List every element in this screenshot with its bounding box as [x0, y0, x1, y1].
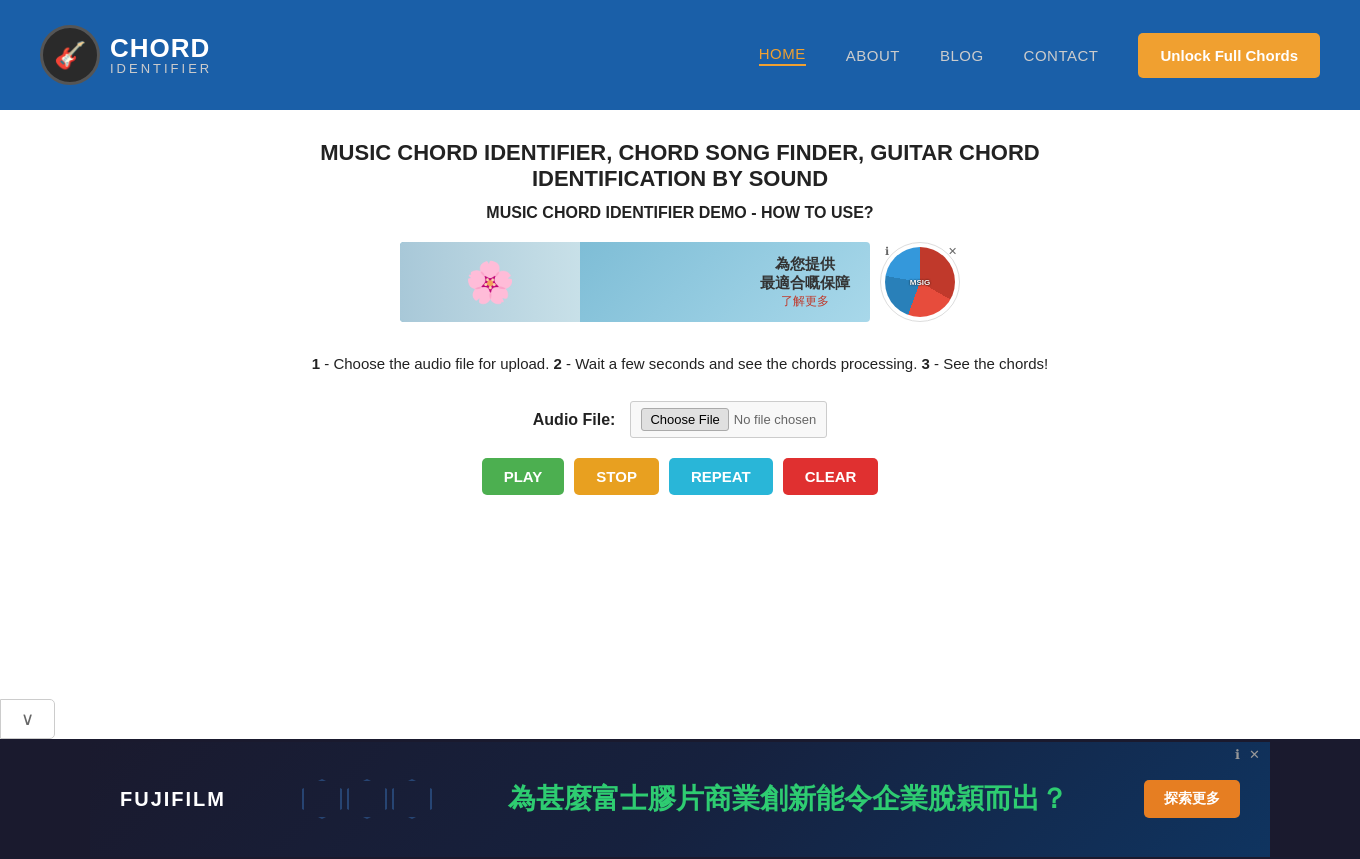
ad-area: 🌸 為您提供 最適合嘅保障 了解更多 ℹ ✕ MSIG: [250, 242, 1110, 322]
repeat-button[interactable]: REPEAT: [669, 458, 773, 495]
nav-about[interactable]: ABOUT: [846, 47, 900, 64]
page-title: MUSIC CHORD IDENTIFIER, CHORD SONG FINDE…: [250, 140, 1110, 192]
audio-file-row: Audio File: Choose File No file chosen: [250, 401, 1110, 438]
ad-chinese-line1: 為您提供: [760, 255, 850, 274]
step3-text: - See the chords!: [930, 355, 1048, 372]
ad-text-block: 為您提供 最適合嘅保障 了解更多: [760, 255, 850, 310]
logo-identifier: IDENTIFIER: [110, 62, 212, 76]
nav-contact[interactable]: CONTACT: [1024, 47, 1099, 64]
choose-file-button[interactable]: Choose File: [641, 408, 728, 431]
ad-banner-right: ℹ ✕ MSIG: [880, 242, 960, 322]
ad-learn-more[interactable]: 了解更多: [781, 294, 829, 308]
site-header: 🎸 CHORD IDENTIFIER HOME ABOUT BLOG CONTA…: [0, 0, 1360, 110]
step1-num: 1: [312, 355, 320, 372]
ad-anime-image: 🌸: [400, 242, 580, 322]
logo-text: CHORD IDENTIFIER: [110, 34, 212, 77]
ad-banner-left: 🌸 為您提供 最適合嘅保障 了解更多: [400, 242, 870, 322]
file-input-wrapper[interactable]: Choose File No file chosen: [630, 401, 827, 438]
play-button[interactable]: PLAY: [482, 458, 565, 495]
page-subtitle: MUSIC CHORD IDENTIFIER DEMO - HOW TO USE…: [250, 204, 1110, 222]
no-file-text: No file chosen: [734, 412, 816, 427]
msig-label: MSIG: [910, 278, 930, 287]
main-nav: HOME ABOUT BLOG CONTACT Unlock Full Chor…: [759, 33, 1320, 78]
logo[interactable]: 🎸 CHORD IDENTIFIER: [40, 25, 212, 85]
ad-close-icon[interactable]: ✕: [948, 245, 957, 258]
step2-num: 2: [554, 355, 562, 372]
ad-chinese-line2: 最適合嘅保障: [760, 274, 850, 293]
unlock-button[interactable]: Unlock Full Chords: [1138, 33, 1320, 78]
step2-text: - Wait a few seconds and see the chords …: [562, 355, 922, 372]
step1-text: - Choose the audio file for upload.: [320, 355, 553, 372]
stop-button[interactable]: STOP: [574, 458, 659, 495]
action-buttons: PLAY STOP REPEAT CLEAR: [250, 458, 1110, 495]
nav-home[interactable]: HOME: [759, 45, 806, 66]
instructions: 1 - Choose the audio file for upload. 2 …: [250, 352, 1110, 376]
logo-icon: 🎸: [40, 25, 100, 85]
audio-file-label: Audio File:: [533, 411, 616, 429]
nav-blog[interactable]: BLOG: [940, 47, 984, 64]
step3-num: 3: [922, 355, 930, 372]
ad-info-icon[interactable]: ℹ: [885, 245, 889, 258]
main-content: MUSIC CHORD IDENTIFIER, CHORD SONG FINDE…: [230, 110, 1130, 555]
logo-chord: CHORD: [110, 34, 212, 63]
msig-logo: MSIG: [885, 247, 955, 317]
clear-button[interactable]: CLEAR: [783, 458, 879, 495]
